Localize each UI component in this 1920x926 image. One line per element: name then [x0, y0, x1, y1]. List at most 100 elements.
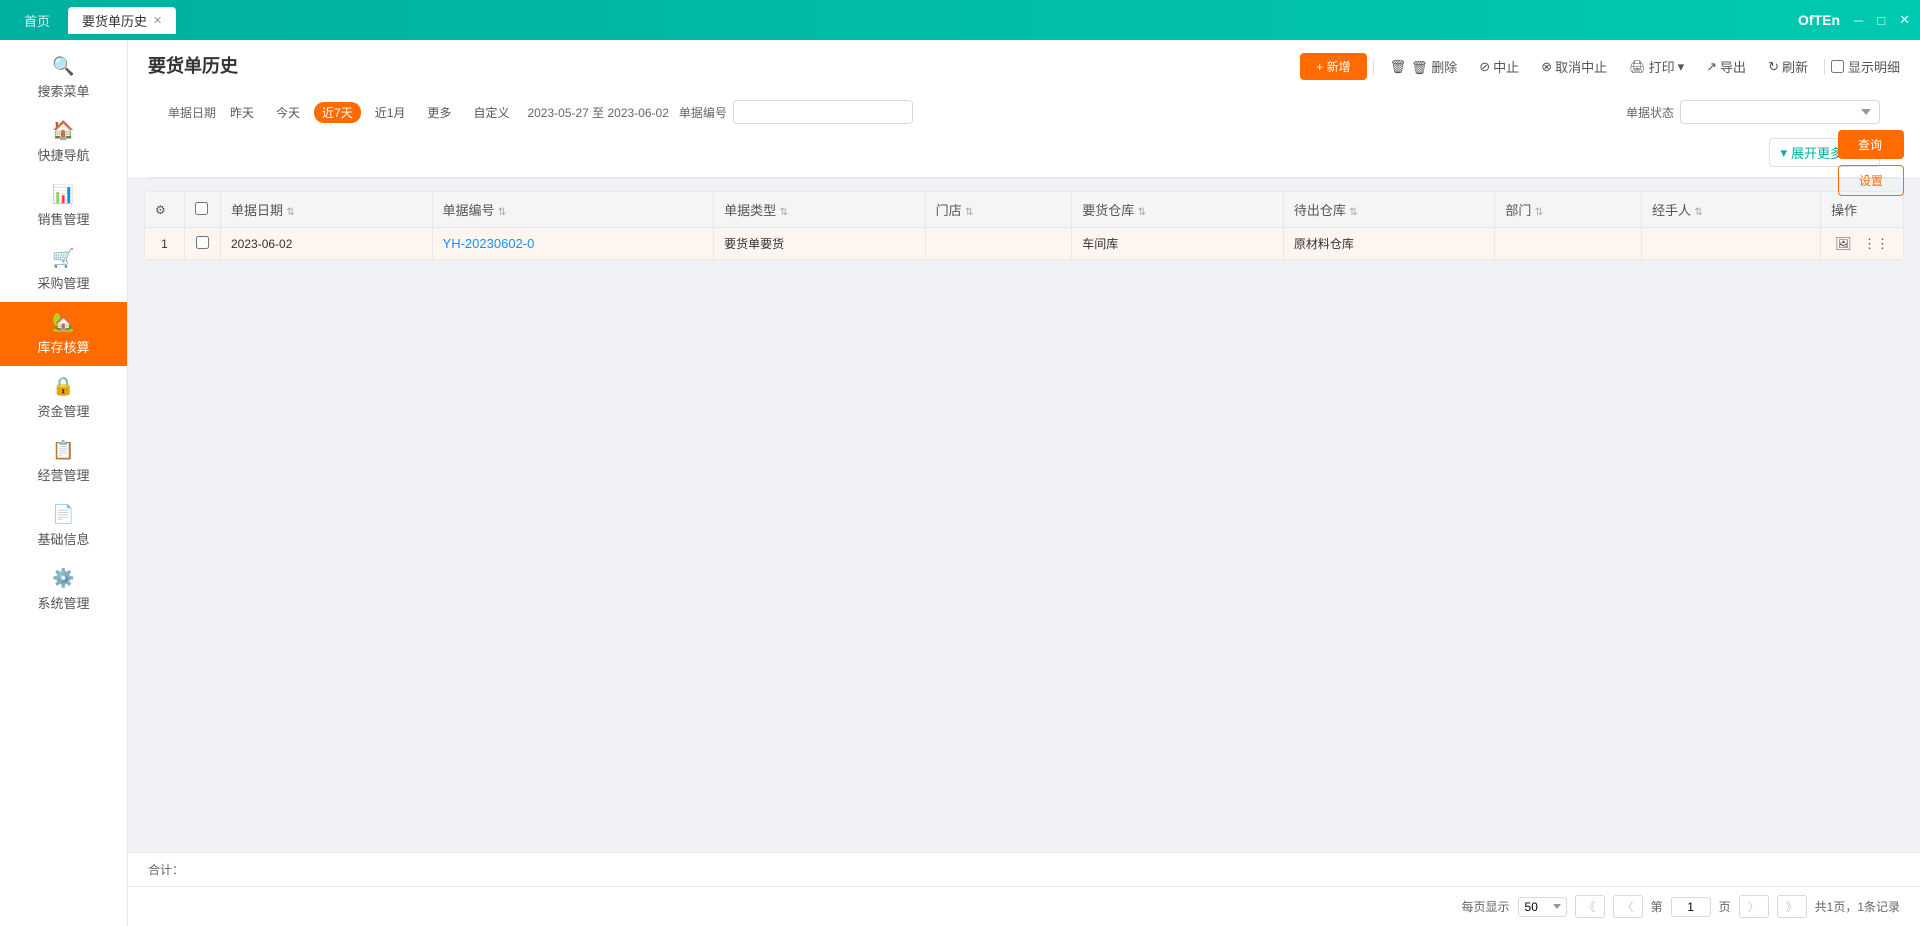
tab-home[interactable]: 首页: [10, 7, 64, 34]
sidebar-item-inventory[interactable]: 🏡 库存核算: [0, 302, 127, 366]
sidebar-item-label: 基础信息: [37, 529, 89, 548]
sidebar-item-purchase[interactable]: 🛒 采购管理: [0, 238, 127, 302]
col-department-label: 部门: [1505, 203, 1531, 218]
sidebar-item-basic-info[interactable]: 📄 基础信息: [0, 494, 127, 558]
pagination: 每页显示 20 50 100 《 〈 第 页 〉 》 共1页，1条记录: [128, 886, 1920, 926]
col-store-label: 门店: [936, 203, 962, 218]
table-row: 1 2023-06-02 YH-20230602-0 要货单要货 车间库 原材料…: [145, 228, 1904, 260]
sidebar-item-label: 资金管理: [37, 401, 89, 420]
sidebar-item-sales[interactable]: 📊 销售管理: [0, 174, 127, 238]
summary-label: 合计：: [148, 861, 184, 878]
date-shortcuts: 昨天 今天 近7天 近1月 更多 自定义: [222, 102, 517, 123]
view-action-icon[interactable]: 🖼: [1831, 234, 1856, 253]
query-button[interactable]: 查询: [1838, 130, 1904, 159]
col-department-header: 部门 ⇅: [1495, 192, 1642, 228]
tab-history[interactable]: 要货单历史 ✕: [68, 7, 176, 34]
delete-label: 🗑 删除: [1411, 57, 1457, 76]
col-doc-number-label: 单据编号: [443, 203, 495, 218]
col-checkbox-header[interactable]: [185, 192, 221, 228]
select-all-checkbox[interactable]: [195, 202, 208, 215]
sales-icon: 📊: [52, 184, 74, 205]
shortcut-1month[interactable]: 近1月: [367, 102, 414, 123]
row-num: 1: [145, 228, 185, 260]
next-page-btn[interactable]: 〉: [1739, 895, 1769, 918]
page-input[interactable]: [1671, 897, 1711, 917]
show-detail-input[interactable]: [1831, 60, 1844, 73]
col-settings[interactable]: ⚙: [145, 192, 185, 228]
sidebar-item-search-menu[interactable]: 🔍 搜索菜单: [0, 46, 127, 110]
row-checkbox[interactable]: [196, 236, 209, 249]
print-button[interactable]: 🖨 打印 ▾: [1619, 52, 1694, 81]
sidebar-item-quick-nav[interactable]: 🏠 快捷导航: [0, 110, 127, 174]
basic-info-icon: 📄: [52, 504, 74, 525]
sort-req-warehouse-icon[interactable]: ⇅: [1138, 207, 1146, 218]
inventory-icon: 🏡: [52, 312, 74, 333]
sidebar-item-system[interactable]: ⚙️ 系统管理: [0, 558, 127, 622]
col-actions-label: 操作: [1831, 203, 1857, 218]
date-filter-group: 单据日期 昨天 今天 近7天 近1月 更多 自定义 2023-05-27 至 2…: [168, 102, 669, 123]
sidebar-item-label: 库存核算: [37, 337, 89, 356]
finance-icon: 🔒: [52, 376, 74, 397]
shortcut-today[interactable]: 今天: [268, 102, 308, 123]
shortcut-custom[interactable]: 自定义: [465, 102, 517, 123]
operations-icon: 📋: [52, 440, 74, 461]
status-label: 单据状态: [1626, 104, 1674, 121]
table-footer: 合计：: [128, 852, 1920, 886]
sidebar-item-finance[interactable]: 🔒 资金管理: [0, 366, 127, 430]
top-bar: 首页 要货单历史 ✕ OfTEn ─ □ ✕: [0, 0, 1920, 40]
show-detail-label: 显示明细: [1848, 57, 1900, 76]
stop-icon: ⊘: [1479, 59, 1490, 75]
per-page-select[interactable]: 20 50 100: [1518, 897, 1567, 917]
col-pending-warehouse-label: 待出仓库: [1294, 203, 1346, 218]
chevron-down-icon: ▾: [1780, 145, 1787, 161]
row-doc-date: 2023-06-02: [221, 228, 433, 260]
first-page-btn[interactable]: 《: [1575, 895, 1605, 918]
sort-store-icon[interactable]: ⇅: [965, 207, 973, 218]
shortcut-more[interactable]: 更多: [419, 102, 459, 123]
doc-number-group: 单据编号: [679, 100, 913, 124]
refresh-label: 刷新: [1782, 57, 1808, 76]
close-tab-icon[interactable]: ✕: [153, 14, 162, 27]
sidebar-item-label: 采购管理: [37, 273, 89, 292]
maximize-btn[interactable]: □: [1877, 13, 1885, 28]
data-table: ⚙ 单据日期 ⇅ 单据编号 ⇅ 单据类型 ⇅: [144, 191, 1904, 260]
shortcut-yesterday[interactable]: 昨天: [222, 102, 262, 123]
doc-number-link[interactable]: YH-20230602-0: [443, 236, 535, 251]
status-select[interactable]: [1680, 100, 1880, 124]
sidebar-item-operations[interactable]: 📋 经营管理: [0, 430, 127, 494]
export-button[interactable]: ↗ 导出: [1696, 52, 1756, 81]
doc-number-input[interactable]: [733, 100, 913, 124]
sidebar-item-label: 搜索菜单: [37, 81, 89, 100]
date-filter-label: 单据日期: [168, 104, 216, 121]
sort-handler-icon[interactable]: ⇅: [1694, 207, 1702, 218]
settings-button[interactable]: 设置: [1838, 165, 1904, 196]
col-req-warehouse-label: 要货仓库: [1082, 203, 1134, 218]
quick-nav-icon: 🏠: [52, 120, 74, 141]
delete-button[interactable]: 🗑 🗑 删除: [1380, 52, 1468, 81]
search-menu-icon: 🔍: [52, 56, 74, 77]
page-prefix: 第: [1651, 898, 1663, 915]
stop-button[interactable]: ⊘ 中止: [1469, 52, 1529, 81]
content-area: 要货单历史 + 新增 🗑 🗑 删除 ⊘ 中止 ⊗ 取消中止: [128, 40, 1920, 926]
last-page-btn[interactable]: 》: [1777, 895, 1807, 918]
export-icon: ↗: [1706, 59, 1717, 75]
new-button[interactable]: + 新增: [1300, 53, 1366, 80]
sort-department-icon[interactable]: ⇅: [1535, 207, 1543, 218]
close-window-btn[interactable]: ✕: [1899, 12, 1910, 28]
more-action-icon[interactable]: ⋮⋮: [1859, 234, 1893, 253]
sort-pending-warehouse-icon[interactable]: ⇅: [1349, 207, 1357, 218]
toolbar: + 新增 🗑 🗑 删除 ⊘ 中止 ⊗ 取消中止 🖨: [1300, 52, 1900, 89]
sort-doc-date-icon[interactable]: ⇅: [286, 207, 294, 218]
show-detail-checkbox[interactable]: 显示明细: [1831, 57, 1900, 76]
col-actions-header: 操作: [1821, 192, 1904, 228]
row-checkbox-cell[interactable]: [185, 228, 221, 260]
minimize-btn[interactable]: ─: [1854, 13, 1863, 28]
sort-doc-number-icon[interactable]: ⇅: [498, 207, 506, 218]
sidebar-item-label: 经营管理: [37, 465, 89, 484]
shortcut-7days[interactable]: 近7天: [314, 102, 361, 123]
prev-page-btn[interactable]: 〈: [1613, 895, 1643, 918]
refresh-button[interactable]: ↻ 刷新: [1758, 52, 1818, 81]
cancel-stop-button[interactable]: ⊗ 取消中止: [1531, 52, 1617, 81]
sort-doc-type-icon[interactable]: ⇅: [779, 207, 787, 218]
col-doc-date-label: 单据日期: [231, 203, 283, 218]
